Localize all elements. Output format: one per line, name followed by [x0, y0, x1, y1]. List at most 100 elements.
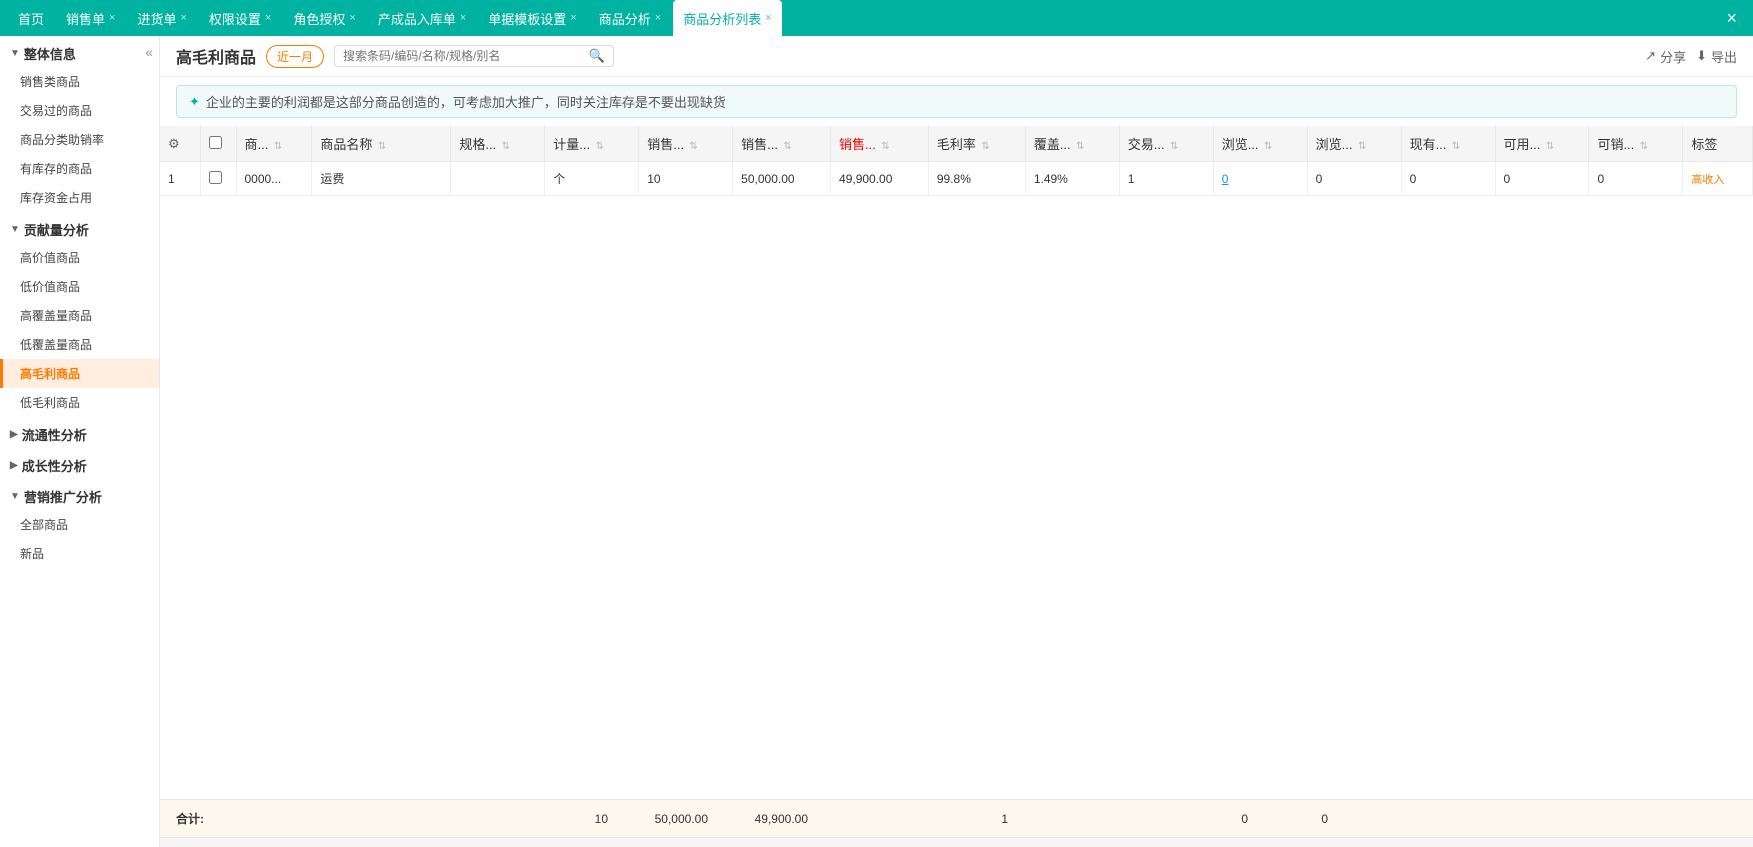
sidebar-item-traded-goods[interactable]: 交易过的商品 — [0, 96, 159, 125]
col-view2: 浏览... ⇅ — [1307, 126, 1401, 162]
nav-permission-settings[interactable]: 权限设置 × — [199, 0, 281, 36]
contribution-arrow-icon: ▼ — [10, 224, 20, 235]
sort-name-icon[interactable]: ⇅ — [378, 141, 386, 152]
footer-cell-spacer2 — [296, 812, 396, 826]
col-sale-qty: 销售... ⇅ — [639, 126, 733, 162]
sidebar-item-low-value[interactable]: 低价值商品 — [0, 272, 159, 301]
sidebar-group-contribution[interactable]: ▼ 贡献量分析 — [0, 212, 159, 243]
sidebar-item-low-coverage[interactable]: 低覆盖量商品 — [0, 330, 159, 359]
growth-arrow-icon: ▶ — [10, 460, 18, 471]
footer-sale-amount: 50,000.00 — [616, 812, 716, 826]
nav-role-auth[interactable]: 角色授权 × — [283, 0, 365, 36]
footer-total: 合计: 10 50,000.00 49,900.00 1 0 0 — [160, 799, 1753, 837]
nav-product-warehousing[interactable]: 产成品入库单 × — [368, 0, 476, 36]
footer-sale-qty: 10 — [536, 812, 616, 826]
close-product-analysis[interactable]: × — [655, 12, 661, 24]
close-purchase-order[interactable]: × — [180, 12, 186, 24]
col-name: 商品名称 ⇅ — [312, 126, 451, 162]
sort-current-stock-icon[interactable]: ⇅ — [1452, 141, 1460, 152]
sort-saleable-stock-icon[interactable]: ⇅ — [1640, 141, 1648, 152]
footer-spacer8 — [1096, 812, 1176, 826]
sort-sale-amount-icon[interactable]: ⇅ — [783, 141, 791, 152]
sort-view2-icon[interactable]: ⇅ — [1358, 141, 1366, 152]
horizontal-scrollbar[interactable] — [160, 837, 1753, 847]
share-icon: ↗ — [1645, 48, 1656, 64]
sidebar-item-high-margin[interactable]: 高毛利商品 — [0, 359, 159, 388]
sort-view1-icon[interactable]: ⇅ — [1264, 141, 1272, 152]
sidebar-collapse-button[interactable]: « — [145, 44, 153, 60]
close-product-warehousing[interactable]: × — [460, 12, 466, 24]
sort-code-icon[interactable]: ⇅ — [274, 141, 282, 152]
close-product-analysis-list[interactable]: × — [765, 12, 771, 24]
nav-purchase-order[interactable]: 进货单 × — [127, 0, 196, 36]
sort-usable-stock-icon[interactable]: ⇅ — [1546, 141, 1554, 152]
sidebar-group-overview[interactable]: ▼ 整体信息 — [0, 36, 159, 67]
content-header: 高毛利商品 近一月 🔍 ↗ 分享 ⬇ 导出 — [160, 36, 1753, 77]
close-sales-order[interactable]: × — [109, 12, 115, 24]
sort-sale-qty-icon[interactable]: ⇅ — [689, 141, 697, 152]
top-navbar: 首页 销售单 × 进货单 × 权限设置 × 角色授权 × 产成品入库单 × 单据… — [0, 0, 1753, 36]
footer-cell-spacer4 — [476, 812, 536, 826]
data-table: ⚙ 商... ⇅ 商品名称 ⇅ — [160, 126, 1753, 196]
sort-spec-icon[interactable]: ⇅ — [502, 141, 510, 152]
sidebar-group-liquidity[interactable]: ▶ 流通性分析 — [0, 417, 159, 448]
sidebar-item-all-goods[interactable]: 全部商品 — [0, 510, 159, 539]
content-area: 高毛利商品 近一月 🔍 ↗ 分享 ⬇ 导出 ✦ 企业的主要的利润都是这部分商品创… — [160, 36, 1753, 847]
sidebar-item-sales-goods[interactable]: 销售类商品 — [0, 67, 159, 96]
share-button[interactable]: ↗ 分享 — [1645, 47, 1686, 66]
close-role-auth[interactable]: × — [349, 12, 355, 24]
cell-sale-cost: 49,900.00 — [831, 162, 929, 196]
sort-sale-cost-icon[interactable]: ⇅ — [881, 141, 889, 152]
footer-spacer7 — [1016, 812, 1096, 826]
cell-code: 0000... — [236, 162, 312, 196]
main-layout: « ▼ 整体信息 销售类商品 交易过的商品 商品分类助销率 有库存的商品 库存资… — [0, 36, 1753, 847]
sort-coverage-icon[interactable]: ⇅ — [1076, 141, 1084, 152]
row-checkbox[interactable] — [209, 171, 222, 184]
search-box: 🔍 — [334, 45, 614, 67]
search-input[interactable] — [343, 49, 585, 63]
select-all-checkbox[interactable] — [209, 136, 222, 149]
cell-unit: 个 — [545, 162, 639, 196]
cell-sale-qty: 10 — [639, 162, 733, 196]
export-button[interactable]: ⬇ 导出 — [1696, 47, 1737, 66]
sidebar-item-high-coverage[interactable]: 高覆盖量商品 — [0, 301, 159, 330]
overview-arrow-icon: ▼ — [10, 48, 20, 59]
col-unit: 计量... ⇅ — [545, 126, 639, 162]
close-all-tabs[interactable]: × — [1718, 8, 1745, 29]
table-container: ⚙ 商... ⇅ 商品名称 ⇅ — [160, 126, 1753, 799]
nav-home[interactable]: 首页 — [8, 0, 54, 36]
sidebar-item-new-goods[interactable]: 新品 — [0, 539, 159, 568]
cell-view1[interactable]: 0 — [1213, 162, 1307, 196]
sidebar-item-in-stock-goods[interactable]: 有库存的商品 — [0, 154, 159, 183]
cell-view2: 0 — [1307, 162, 1401, 196]
nav-product-analysis[interactable]: 商品分析 × — [589, 0, 671, 36]
sidebar-group-growth[interactable]: ▶ 成长性分析 — [0, 448, 159, 479]
footer-spacer6 — [876, 812, 936, 826]
col-spec: 规格... ⇅ — [451, 126, 545, 162]
close-template-settings[interactable]: × — [570, 12, 576, 24]
cell-current-stock: 0 — [1401, 162, 1495, 196]
footer-usable-stock: 0 — [1256, 812, 1336, 826]
page-title: 高毛利商品 — [176, 44, 256, 68]
close-permission-settings[interactable]: × — [265, 12, 271, 24]
search-icon[interactable]: 🔍 — [589, 48, 605, 64]
sort-unit-icon[interactable]: ⇅ — [595, 141, 603, 152]
sidebar-item-stock-capital[interactable]: 库存资金占用 — [0, 183, 159, 212]
nav-sales-order[interactable]: 销售单 × — [56, 0, 125, 36]
filter-recent-month-button[interactable]: 近一月 — [266, 45, 324, 68]
sort-trade-icon[interactable]: ⇅ — [1170, 141, 1178, 152]
footer-cell-spacer3 — [396, 812, 476, 826]
col-settings[interactable]: ⚙ — [160, 126, 200, 162]
settings-icon[interactable]: ⚙ — [168, 136, 180, 151]
footer-current-stock: 0 — [1176, 812, 1256, 826]
sidebar-item-low-margin[interactable]: 低毛利商品 — [0, 388, 159, 417]
cell-sale-amount: 50,000.00 — [733, 162, 831, 196]
sidebar-item-high-value[interactable]: 高价值商品 — [0, 243, 159, 272]
sidebar-item-category-assist-rate[interactable]: 商品分类助销率 — [0, 125, 159, 154]
cell-checkbox — [200, 162, 236, 196]
nav-product-analysis-list[interactable]: 商品分析列表 × — [673, 0, 781, 36]
sidebar-group-marketing[interactable]: ▼ 营销推广分析 — [0, 479, 159, 510]
nav-template-settings[interactable]: 单据模板设置 × — [478, 0, 586, 36]
table-row: 1 0000... 运费 个 10 50,000.00 49,900.00 99… — [160, 162, 1753, 196]
sort-gross-rate-icon[interactable]: ⇅ — [981, 141, 989, 152]
